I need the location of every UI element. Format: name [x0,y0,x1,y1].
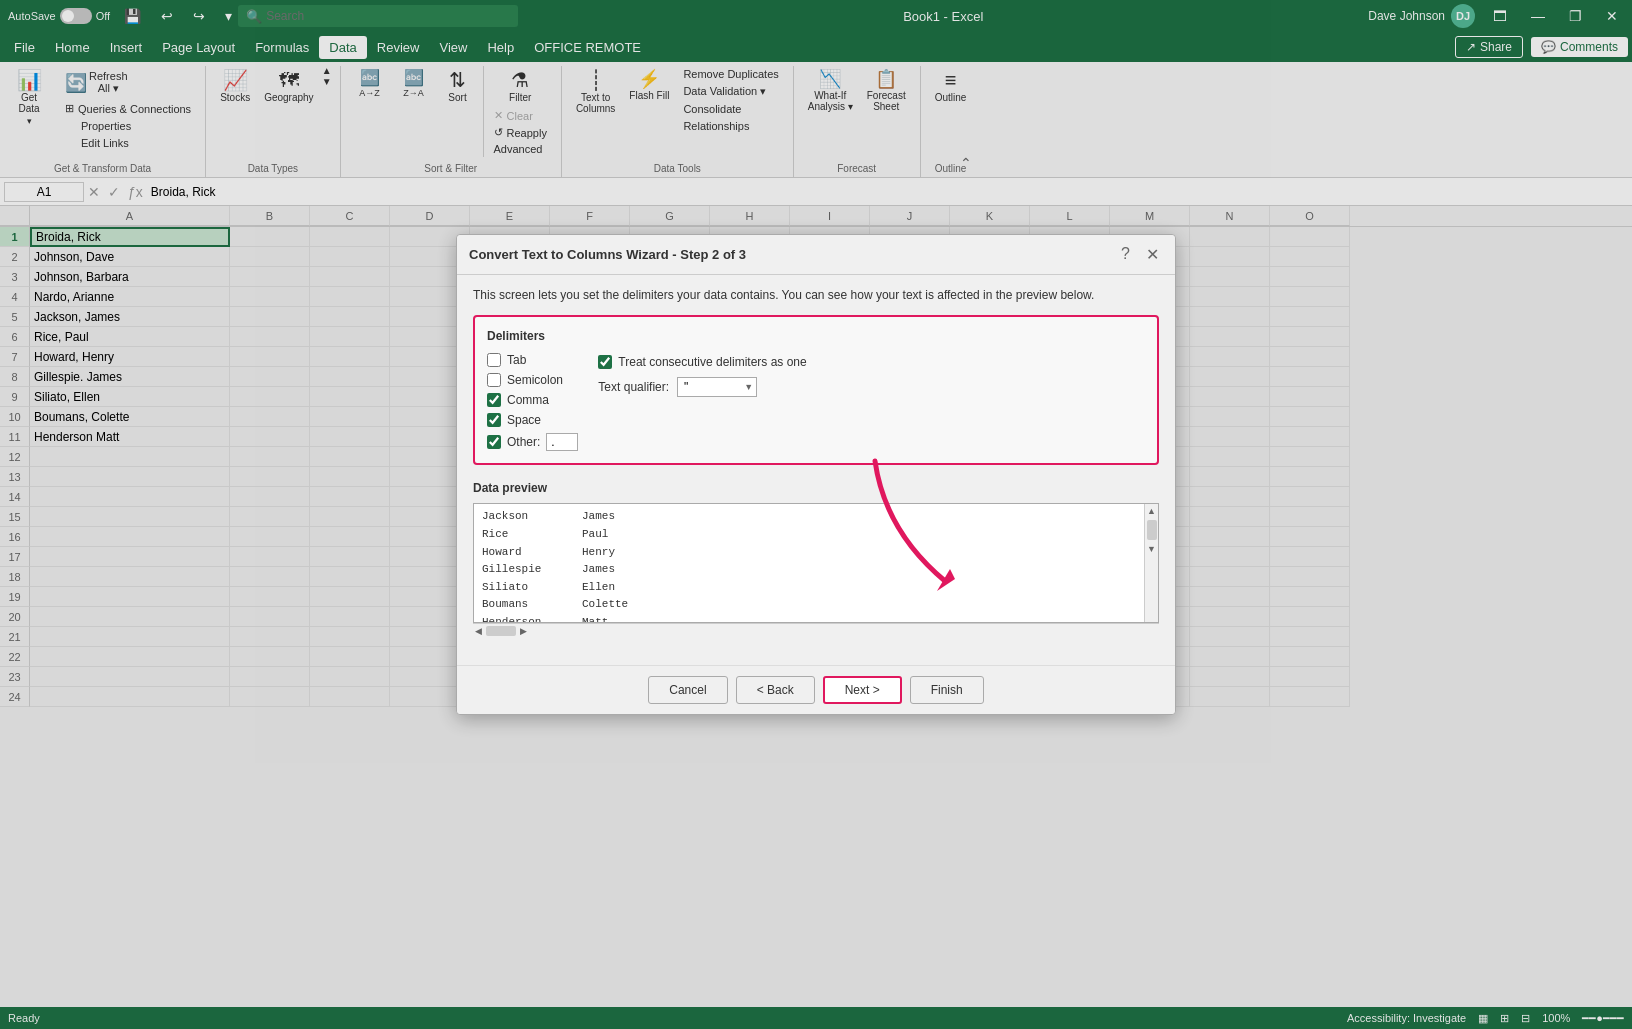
cancel-button[interactable]: Cancel [648,676,727,704]
dialog-body: This screen lets you set the delimiters … [457,275,1175,666]
qualifier-row: Text qualifier: " ' {none} [598,377,806,397]
dialog-title-bar: Convert Text to Columns Wizard - Step 2 … [457,235,1175,275]
delimiters-box: Delimiters Tab Semicolon [473,315,1159,465]
finish-button[interactable]: Finish [910,676,984,704]
comma-checkbox[interactable] [487,393,501,407]
dialog-close-button[interactable]: ✕ [1142,243,1163,266]
main-area: A B C D E F G H I J K L M N O 1Broida, R… [0,206,1632,1029]
semicolon-checkbox[interactable] [487,373,501,387]
list-item: HendersonMatt [482,614,1136,622]
space-checkbox-row: Space [487,413,578,427]
list-item: RicePaul [482,526,1136,544]
tab-checkbox[interactable] [487,353,501,367]
dialog-help-button[interactable]: ? [1117,243,1134,266]
delimiters-left: Tab Semicolon Comma [487,353,578,451]
qualifier-wrapper: " ' {none} [677,377,757,397]
consecutive-checkbox-row: Treat consecutive delimiters as one [598,355,806,369]
semicolon-label: Semicolon [507,373,563,387]
list-item: SiliatoEllen [482,579,1136,597]
qualifier-select[interactable]: " ' {none} [677,377,757,397]
comma-checkbox-row: Comma [487,393,578,407]
list-item: BoumansColette [482,596,1136,614]
preview-section: Data preview JacksonJamesRicePaulHowardH… [473,481,1159,637]
other-checkbox[interactable] [487,435,501,449]
dialog-title: Convert Text to Columns Wizard - Step 2 … [469,247,746,262]
tab-checkbox-row: Tab [487,353,578,367]
preview-scrollbar-v[interactable]: ▲ ▼ [1144,504,1158,622]
qualifier-label: Text qualifier: [598,380,669,394]
preview-title: Data preview [473,481,1159,495]
dialog-overlay: Convert Text to Columns Wizard - Step 2 … [0,0,1632,1029]
consecutive-label: Treat consecutive delimiters as one [618,355,806,369]
scrollbar-down-icon[interactable]: ▼ [1145,542,1158,556]
preview-scrollbar-h[interactable]: ◀ ▶ [473,623,1159,637]
dialog-description: This screen lets you set the delimiters … [473,287,1159,304]
space-label: Space [507,413,541,427]
next-button[interactable]: Next > [823,676,902,704]
other-checkbox-row: Other: [487,433,578,451]
text-to-columns-dialog: Convert Text to Columns Wizard - Step 2 … [456,234,1176,716]
preview-area: JacksonJamesRicePaulHowardHenryGillespie… [473,503,1159,623]
comma-label: Comma [507,393,549,407]
back-button[interactable]: < Back [736,676,815,704]
delimiters-layout: Tab Semicolon Comma [487,353,1145,451]
list-item: JacksonJames [482,508,1136,526]
consecutive-checkbox[interactable] [598,355,612,369]
list-item: HowardHenry [482,544,1136,562]
scrollbar-right-icon[interactable]: ▶ [518,626,529,636]
tab-label: Tab [507,353,526,367]
other-label: Other: [507,435,540,449]
scrollbar-left-icon[interactable]: ◀ [473,626,484,636]
delimiters-title: Delimiters [487,329,1145,343]
semicolon-checkbox-row: Semicolon [487,373,578,387]
scrollbar-up-icon[interactable]: ▲ [1145,504,1158,518]
other-value-input[interactable] [546,433,578,451]
delimiters-right: Treat consecutive delimiters as one Text… [598,353,806,451]
preview-content: JacksonJamesRicePaulHowardHenryGillespie… [474,504,1144,622]
list-item: GillespieJames [482,561,1136,579]
space-checkbox[interactable] [487,413,501,427]
scrollbar-thumb-h[interactable] [486,626,516,636]
dialog-footer: Cancel < Back Next > Finish [457,665,1175,714]
scrollbar-thumb-v[interactable] [1147,520,1157,540]
dialog-title-buttons: ? ✕ [1117,243,1163,266]
